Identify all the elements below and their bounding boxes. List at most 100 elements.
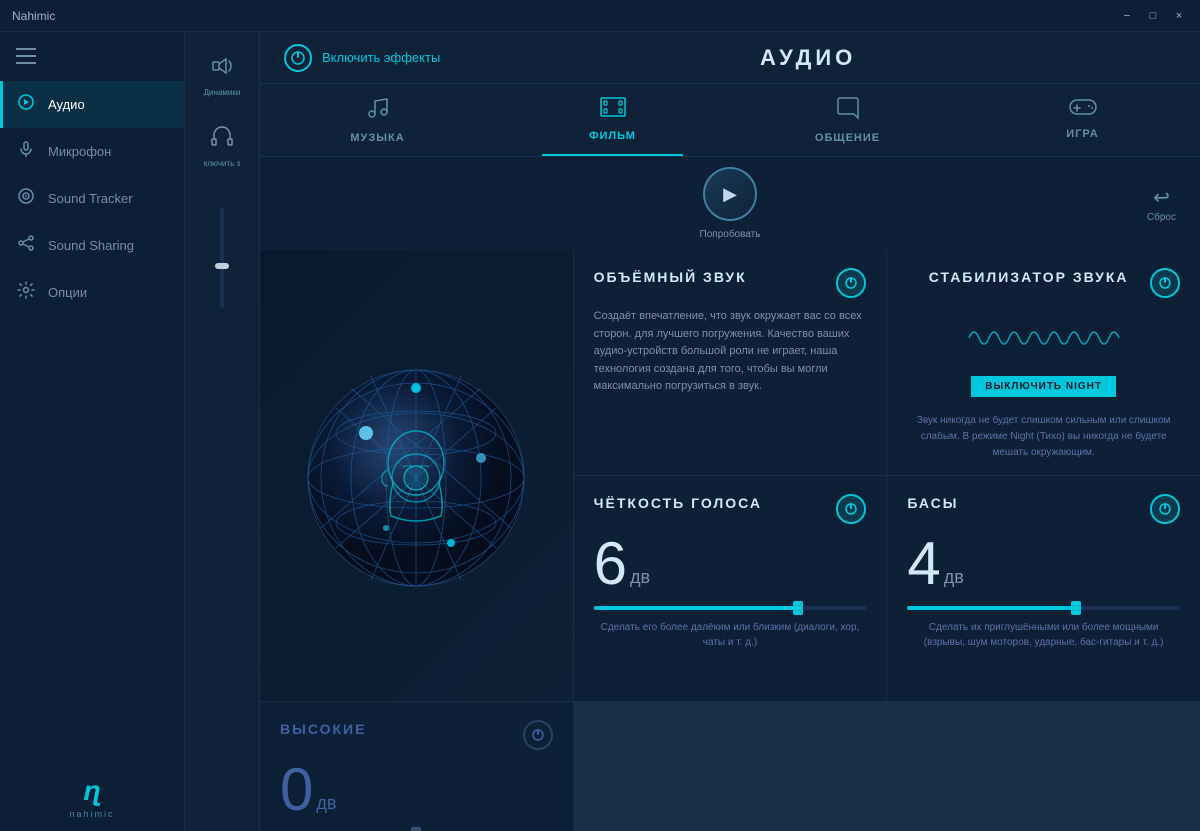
action-bar: ▶ Попробовать ↩ Сброс bbox=[260, 157, 1200, 250]
bass-description: Сделать их приглушёнными или более мощны… bbox=[907, 620, 1180, 650]
card-stabilizer: СТАБИЛИЗАТОР ЗВУКА bbox=[887, 250, 1200, 475]
treble-header: ВЫСОКИЕ bbox=[280, 720, 553, 750]
app-container: Аудио Микрофон bbox=[0, 32, 1200, 831]
try-label: Попробовать bbox=[700, 229, 761, 240]
3d-sphere-svg bbox=[296, 358, 536, 598]
main-content: Включить эффекты АУДИО МУЗЫКА bbox=[260, 32, 1200, 831]
reset-button[interactable]: ↩ Сброс bbox=[1147, 185, 1176, 223]
hamburger-icon[interactable] bbox=[0, 40, 184, 81]
night-button-container: ВЫКЛЮЧИТЬ NIGHT bbox=[907, 368, 1180, 405]
chat-tab-icon bbox=[836, 96, 860, 126]
microphone-icon bbox=[16, 140, 36, 163]
wave-svg bbox=[964, 318, 1124, 358]
voice-slider-track[interactable] bbox=[594, 606, 867, 610]
treble-db-number: 0 bbox=[280, 760, 313, 820]
app-title: Nahimic bbox=[12, 9, 55, 23]
stabilizer-power-button[interactable] bbox=[1150, 268, 1180, 298]
title-bar: Nahimic − □ × bbox=[0, 0, 1200, 32]
bass-db-unit: дв bbox=[944, 568, 964, 586]
treble-title: ВЫСОКИЕ bbox=[280, 720, 366, 738]
sidebar-item-microphone[interactable]: Микрофон bbox=[0, 128, 184, 175]
device-speakers[interactable]: Динамики bbox=[200, 44, 245, 107]
cards-grid: ОБЪЁМНЫЙ ЗВУК Создаёт впечатление, что з… bbox=[260, 250, 1200, 831]
bass-db-number: 4 bbox=[907, 534, 940, 594]
wave-visualization bbox=[907, 308, 1180, 368]
sidebar-audio-label: Аудио bbox=[48, 97, 85, 112]
treble-slider-thumb[interactable] bbox=[411, 827, 421, 831]
surround-header: ОБЪЁМНЫЙ ЗВУК bbox=[594, 268, 867, 298]
minimize-button[interactable]: − bbox=[1118, 7, 1136, 25]
device-headphones[interactable]: ключить з bbox=[200, 115, 244, 178]
headphones-label: ключить з bbox=[204, 159, 240, 168]
stabilizer-header: СТАБИЛИЗАТОР ЗВУКА bbox=[907, 268, 1180, 298]
music-tab-label: МУЗЫКА bbox=[350, 132, 404, 144]
sidebar-item-options[interactable]: Опции bbox=[0, 269, 184, 316]
reset-label: Сброс bbox=[1147, 212, 1176, 223]
headphones-icon bbox=[210, 125, 234, 155]
device-panel: Динамики ключить з bbox=[185, 32, 260, 831]
treble-db-unit: дв bbox=[316, 794, 336, 812]
tab-music[interactable]: МУЗЫКА bbox=[260, 84, 495, 156]
content-header: Включить эффекты АУДИО bbox=[260, 32, 1200, 84]
film-tab-label: ФИЛЬМ bbox=[589, 130, 636, 142]
sidebar: Аудио Микрофон bbox=[0, 32, 185, 831]
tab-game[interactable]: ИГРА bbox=[965, 84, 1200, 156]
night-mode-button[interactable]: ВЫКЛЮЧИТЬ NIGHT bbox=[971, 376, 1116, 397]
reset-icon: ↩ bbox=[1153, 185, 1170, 210]
speakers-icon bbox=[210, 54, 234, 84]
game-tab-icon bbox=[1069, 96, 1097, 122]
card-voice: ЧЁТКОСТЬ ГОЛОСА 6 дв bbox=[574, 476, 887, 701]
bass-title: БАСЫ bbox=[907, 494, 958, 512]
bass-slider-track[interactable] bbox=[907, 606, 1180, 610]
stabilizer-description: Звук никогда не будет слишком сильным ил… bbox=[907, 413, 1180, 461]
surround-power-button[interactable] bbox=[836, 268, 866, 298]
treble-power-button[interactable] bbox=[523, 720, 553, 750]
sidebar-options-label: Опции bbox=[48, 285, 87, 300]
speakers-label: Динамики bbox=[204, 88, 241, 97]
music-tab-icon bbox=[366, 96, 390, 126]
bass-header: БАСЫ bbox=[907, 494, 1180, 524]
voice-db-number: 6 bbox=[594, 534, 627, 594]
voice-power-button[interactable] bbox=[836, 494, 866, 524]
stabilizer-title: СТАБИЛИЗАТОР ЗВУКА bbox=[907, 268, 1150, 286]
sound-sharing-icon bbox=[16, 234, 36, 257]
volume-slider-container[interactable] bbox=[220, 198, 224, 318]
card-surround: ОБЪЁМНЫЙ ЗВУК Создаёт впечатление, что з… bbox=[574, 250, 887, 475]
main-area: ▶ Попробовать ↩ Сброс bbox=[260, 157, 1200, 831]
sidebar-item-sound-sharing[interactable]: Sound Sharing bbox=[0, 222, 184, 269]
maximize-button[interactable]: □ bbox=[1144, 7, 1162, 25]
bass-slider-fill bbox=[907, 606, 1076, 610]
card-bass: БАСЫ 4 дв bbox=[887, 476, 1200, 701]
tab-chat[interactable]: ОБЩЕНИЕ bbox=[730, 84, 965, 156]
sidebar-nav: Аудио Микрофон bbox=[0, 81, 184, 763]
tab-film[interactable]: ФИЛЬМ bbox=[495, 84, 730, 156]
volume-slider[interactable] bbox=[220, 208, 224, 308]
film-tab-icon bbox=[600, 96, 626, 124]
try-button[interactable]: ▶ bbox=[703, 167, 757, 221]
tabs-bar: МУЗЫКА ФИЛЬМ bbox=[260, 84, 1200, 157]
bass-power-button[interactable] bbox=[1150, 494, 1180, 524]
bass-slider-thumb[interactable] bbox=[1071, 601, 1081, 615]
logo-text: nahimic bbox=[69, 809, 114, 819]
sidebar-item-sound-tracker[interactable]: Sound Tracker bbox=[0, 175, 184, 222]
sidebar-sound-tracker-label: Sound Tracker bbox=[48, 191, 133, 206]
audio-icon bbox=[16, 93, 36, 116]
window-controls: − □ × bbox=[1118, 7, 1188, 25]
play-icon: ▶ bbox=[723, 184, 737, 205]
close-button[interactable]: × bbox=[1170, 7, 1188, 25]
sidebar-sound-sharing-label: Sound Sharing bbox=[48, 238, 134, 253]
sound-tracker-icon bbox=[16, 187, 36, 210]
voice-slider-thumb[interactable] bbox=[793, 601, 803, 615]
volume-slider-thumb[interactable] bbox=[215, 263, 229, 269]
voice-header: ЧЁТКОСТЬ ГОЛОСА bbox=[594, 494, 867, 524]
nahimic-logo: ɳ nahimic bbox=[0, 763, 184, 831]
surround-title: ОБЪЁМНЫЙ ЗВУК bbox=[594, 268, 747, 286]
logo-n-symbol: ɳ bbox=[83, 775, 100, 807]
card-treble: ВЫСОКИЕ 0 дв bbox=[260, 702, 573, 831]
sidebar-item-audio[interactable]: Аудио bbox=[0, 81, 184, 128]
effect-toggle[interactable]: Включить эффекты bbox=[284, 44, 440, 72]
voice-db-value: 6 дв bbox=[594, 534, 867, 594]
voice-title: ЧЁТКОСТЬ ГОЛОСА bbox=[594, 494, 762, 512]
power-toggle-icon[interactable] bbox=[284, 44, 312, 72]
bass-db-value: 4 дв bbox=[907, 534, 1180, 594]
